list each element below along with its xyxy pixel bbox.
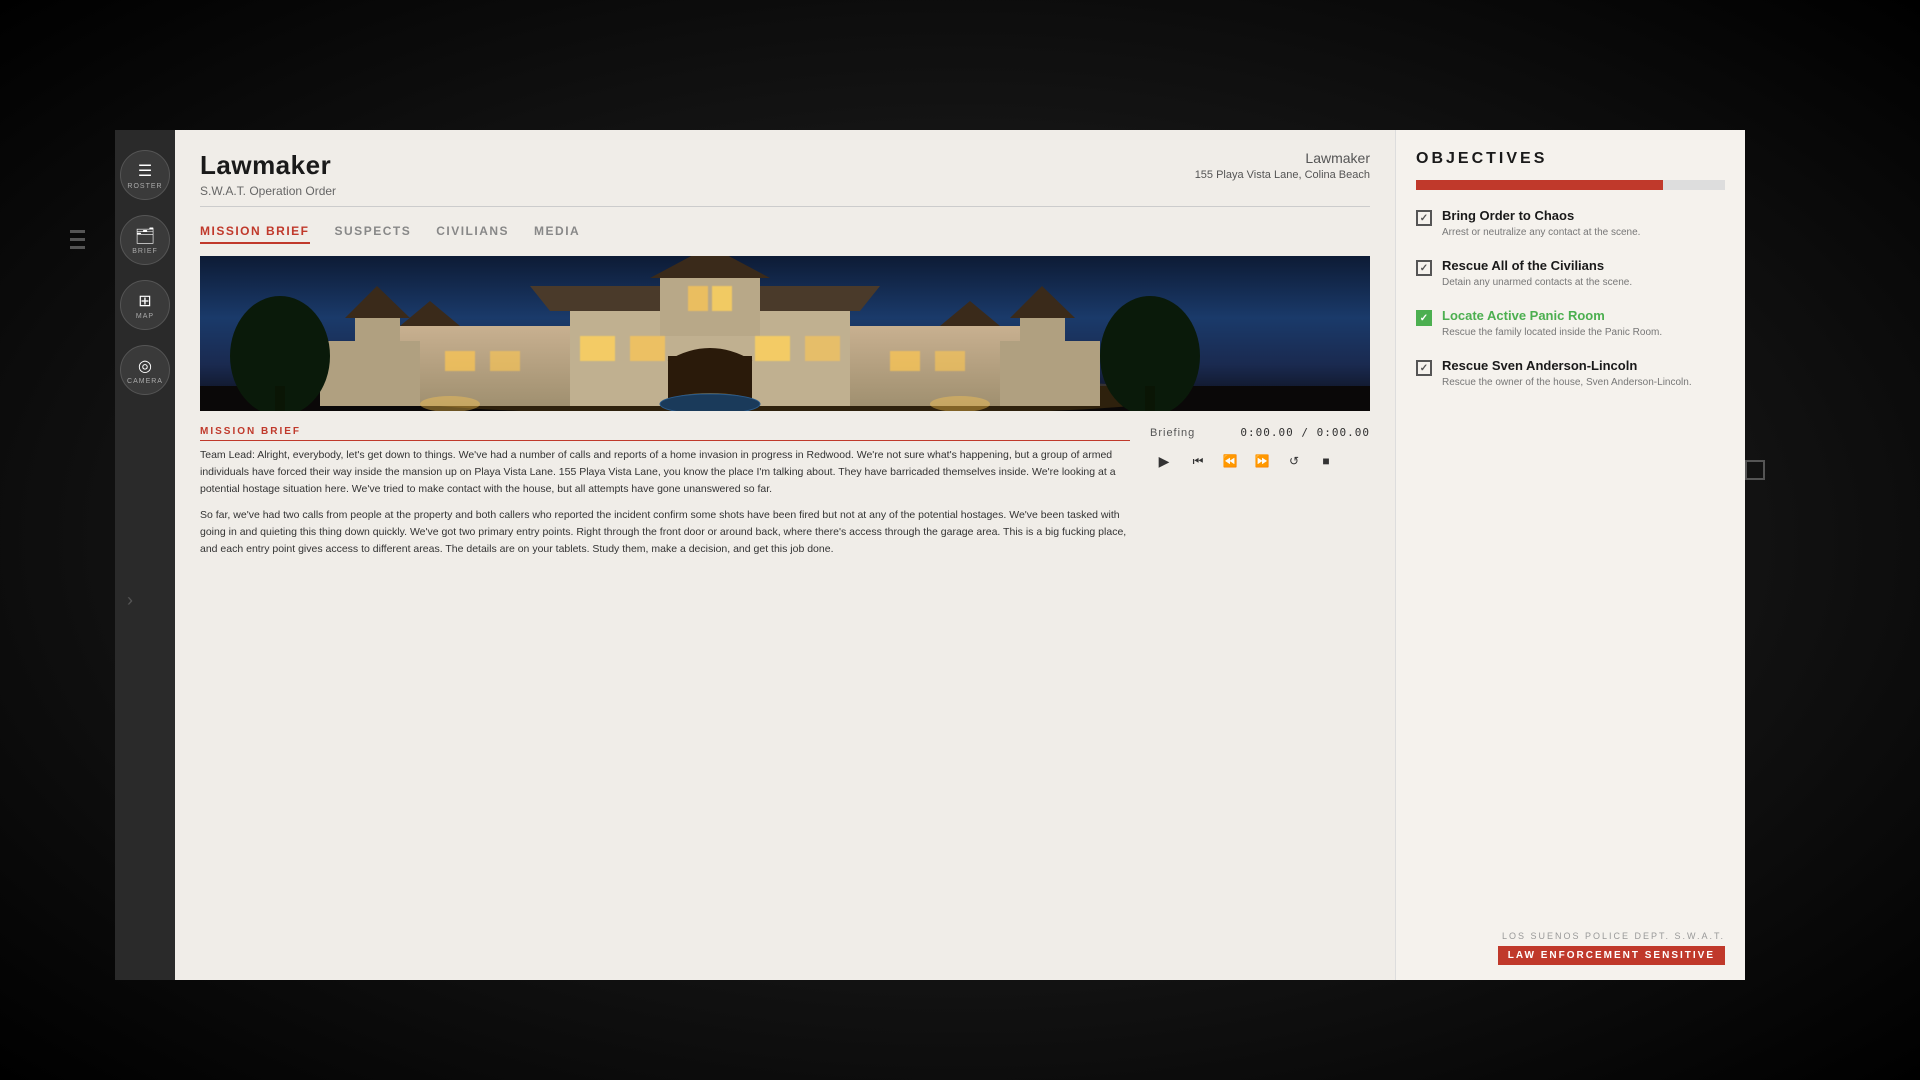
- audio-header: Briefing 0:00.00 / 0:00.00: [1150, 426, 1370, 439]
- objectives-progress-fill: [1416, 180, 1663, 190]
- objective-title-locate-panic-room: Locate Active Panic Room: [1442, 308, 1725, 323]
- doc-subtitle: S.W.A.T. Operation Order: [200, 184, 336, 198]
- rewind-button[interactable]: ⏪: [1218, 449, 1242, 473]
- objective-item-rescue-civilians: Rescue All of the Civilians Detain any u…: [1416, 258, 1725, 290]
- tab-suspects[interactable]: SUSPECTS: [335, 224, 412, 244]
- tabs-bar: MISSION BRIEF SUSPECTS CIVILIANS MEDIA: [200, 224, 1370, 244]
- audio-label: Briefing: [1150, 427, 1195, 439]
- objective-content-bring-order: Bring Order to Chaos Arrest or neutraliz…: [1442, 208, 1725, 240]
- nav-arrow-left[interactable]: ›: [127, 590, 133, 611]
- law-enforcement-badge: LAW ENFORCEMENT SENSITIVE: [1498, 946, 1725, 965]
- header-title-right: Lawmaker: [1195, 150, 1370, 166]
- sidebar: ☰ ROSTER 🗂 BRIEF ⊞ MAP ◎ CAMERA: [115, 130, 175, 980]
- objective-content-rescue-sven: Rescue Sven Anderson-Lincoln Rescue the …: [1442, 358, 1725, 390]
- objective-content-locate-panic-room: Locate Active Panic Room Rescue the fami…: [1442, 308, 1725, 340]
- audio-controls: ▶ ⏮ ⏪ ⏩ ↺ ■: [1150, 447, 1370, 475]
- audio-panel: Briefing 0:00.00 / 0:00.00 ▶ ⏮ ⏪ ⏩ ↺ ■: [1150, 426, 1370, 960]
- map-label: MAP: [136, 313, 154, 320]
- tab-civilians[interactable]: CIVILIANS: [436, 224, 509, 244]
- objectives-panel: OBJECTIVES Bring Order to Chaos Arrest o…: [1395, 130, 1745, 980]
- objective-checkbox-bring-order: [1416, 210, 1432, 226]
- content-area: Lawmaker S.W.A.T. Operation Order Lawmak…: [175, 130, 1395, 980]
- roster-icon: ☰: [138, 161, 152, 181]
- stop-button[interactable]: ■: [1314, 449, 1338, 473]
- doc-header-right: Lawmaker 155 Playa Vista Lane, Colina Be…: [1195, 150, 1370, 181]
- objective-checkbox-locate-panic-room: [1416, 310, 1432, 326]
- mission-image: [200, 256, 1370, 411]
- tab-media[interactable]: MEDIA: [534, 224, 580, 244]
- nav-square-right: [1745, 460, 1765, 480]
- objective-item-rescue-sven: Rescue Sven Anderson-Lincoln Rescue the …: [1416, 358, 1725, 390]
- objective-item-locate-panic-room: Locate Active Panic Room Rescue the fami…: [1416, 308, 1725, 340]
- edge-marks: [70, 230, 85, 249]
- main-panel: ☰ ROSTER 🗂 BRIEF ⊞ MAP ◎ CAMERA Lawmaker…: [175, 130, 1745, 980]
- briefing-paragraph-1: Team Lead: Alright, everybody, let's get…: [200, 447, 1130, 497]
- skip-back-button[interactable]: ⏮: [1186, 449, 1210, 473]
- play-button[interactable]: ▶: [1150, 447, 1178, 475]
- objective-desc-locate-panic-room: Rescue the family located inside the Pan…: [1442, 326, 1725, 340]
- footer-dept: LOS SUENOS POLICE DEPT. S.W.A.T.: [1416, 931, 1725, 941]
- map-icon: ⊞: [138, 291, 151, 311]
- sidebar-item-map[interactable]: ⊞ MAP: [120, 280, 170, 330]
- header-address: 155 Playa Vista Lane, Colina Beach: [1195, 169, 1370, 181]
- objective-item-bring-order: Bring Order to Chaos Arrest or neutraliz…: [1416, 208, 1725, 240]
- doc-header: Lawmaker S.W.A.T. Operation Order Lawmak…: [200, 150, 1370, 207]
- objective-checkbox-rescue-sven: [1416, 360, 1432, 376]
- objective-checkbox-rescue-civilians: [1416, 260, 1432, 276]
- objectives-title: OBJECTIVES: [1416, 150, 1725, 168]
- brief-icon: 🗂: [135, 226, 155, 246]
- briefing-paragraph-2: So far, we've had two calls from people …: [200, 507, 1130, 557]
- briefing-text-area: MISSION BRIEF Team Lead: Alright, everyb…: [200, 426, 1130, 960]
- camera-label: CAMERA: [127, 378, 163, 385]
- objective-desc-rescue-sven: Rescue the owner of the house, Sven Ande…: [1442, 376, 1725, 390]
- brief-label: BRIEF: [132, 248, 158, 255]
- objectives-progress-bar: [1416, 180, 1725, 190]
- document-title: Lawmaker: [200, 150, 336, 181]
- roster-label: ROSTER: [127, 183, 162, 190]
- objective-desc-rescue-civilians: Detain any unarmed contacts at the scene…: [1442, 276, 1725, 290]
- sidebar-item-brief[interactable]: 🗂 BRIEF: [120, 215, 170, 265]
- sidebar-item-roster[interactable]: ☰ ROSTER: [120, 150, 170, 200]
- section-label: MISSION BRIEF: [200, 426, 1130, 441]
- objective-desc-bring-order: Arrest or neutralize any contact at the …: [1442, 226, 1725, 240]
- briefing-area: MISSION BRIEF Team Lead: Alright, everyb…: [200, 426, 1370, 960]
- fast-forward-button[interactable]: ⏩: [1250, 449, 1274, 473]
- operation-label: S.W.A.T. Operation Order: [200, 184, 336, 198]
- repeat-button[interactable]: ↺: [1282, 449, 1306, 473]
- objectives-footer: LOS SUENOS POLICE DEPT. S.W.A.T. LAW ENF…: [1416, 931, 1725, 965]
- objective-content-rescue-civilians: Rescue All of the Civilians Detain any u…: [1442, 258, 1725, 290]
- objective-title-rescue-sven: Rescue Sven Anderson-Lincoln: [1442, 358, 1725, 373]
- objective-title-rescue-civilians: Rescue All of the Civilians: [1442, 258, 1725, 273]
- tab-mission-brief[interactable]: MISSION BRIEF: [200, 224, 310, 244]
- camera-icon: ◎: [138, 356, 152, 376]
- audio-time: 0:00.00 / 0:00.00: [1240, 426, 1370, 439]
- objective-title-bring-order: Bring Order to Chaos: [1442, 208, 1725, 223]
- sidebar-item-camera[interactable]: ◎ CAMERA: [120, 345, 170, 395]
